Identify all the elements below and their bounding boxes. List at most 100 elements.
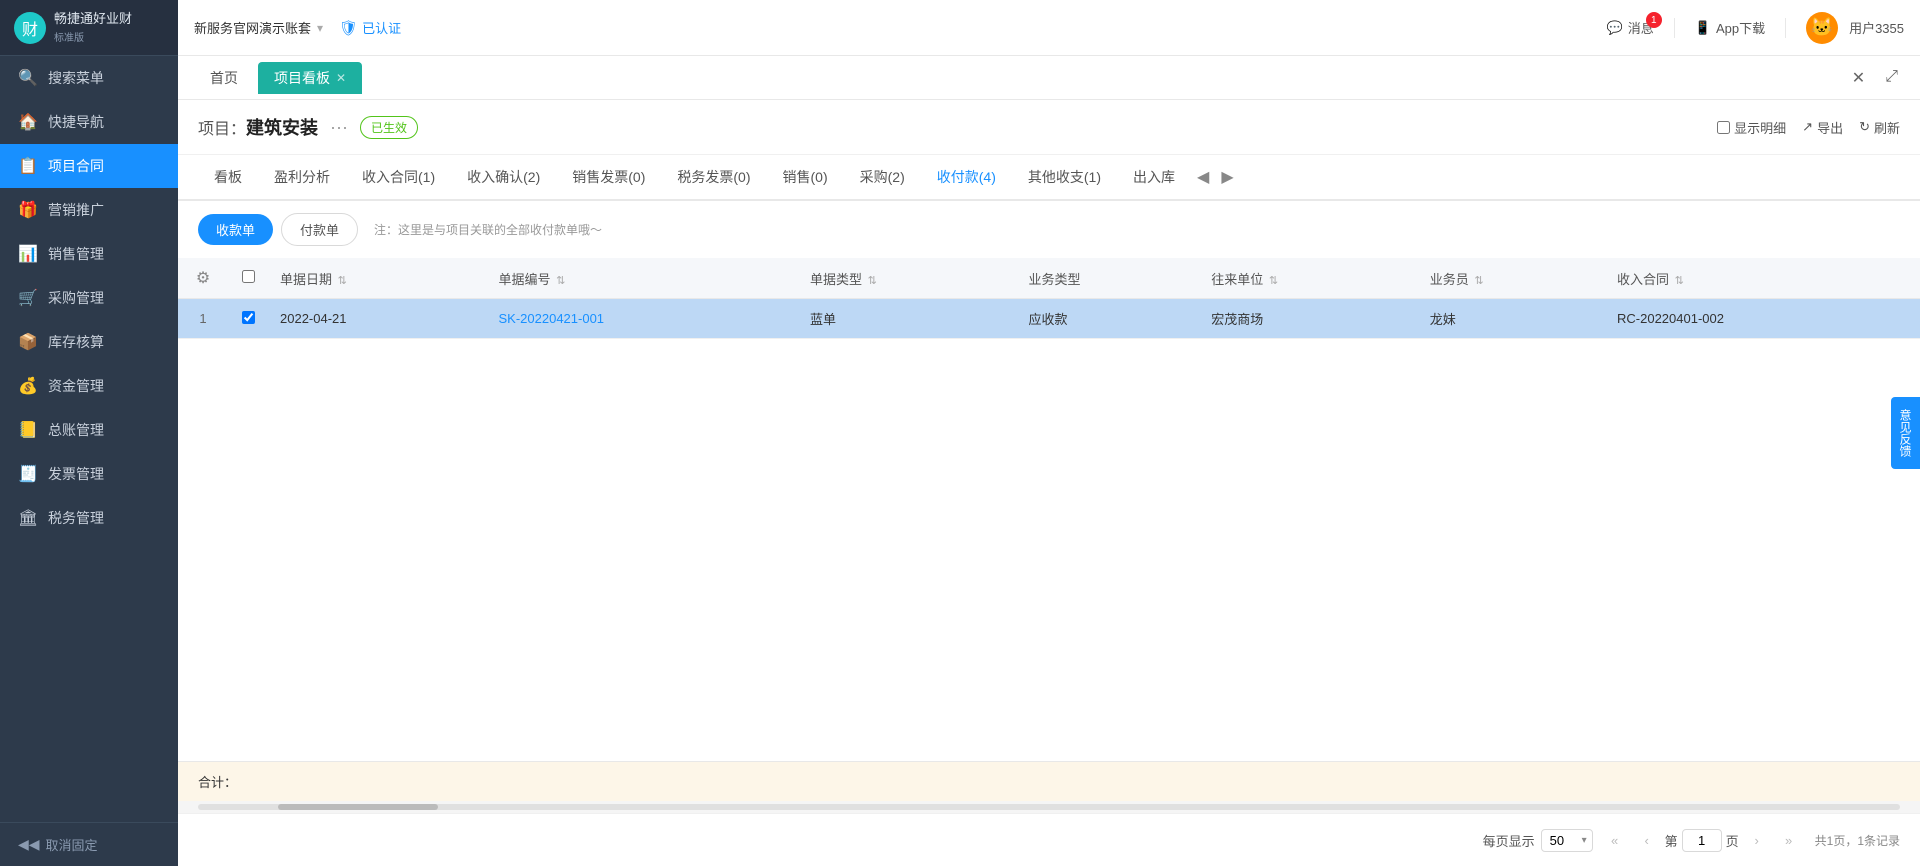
close-window-btn[interactable]: ✕ xyxy=(1846,66,1871,90)
next-page-btn[interactable]: › xyxy=(1743,826,1771,854)
col-number[interactable]: 单据编号 ⇅ xyxy=(487,258,798,299)
sidebar-item-tax[interactable]: 🏛 税务管理 xyxy=(0,496,178,540)
sidebar-label-search: 搜索菜单 xyxy=(48,68,104,88)
sort-salesperson-icon: ⇅ xyxy=(1474,275,1483,287)
row-checkbox-cell[interactable] xyxy=(228,299,268,339)
summary-row: 合计： xyxy=(178,761,1920,801)
certified-label: 已认证 xyxy=(362,18,401,37)
cell-salesperson: 龙妹 xyxy=(1418,299,1605,339)
inner-tab-payment[interactable]: 付款单 xyxy=(281,213,358,246)
sidebar-label-finance: 资金管理 xyxy=(48,376,104,396)
refresh-label: 刷新 xyxy=(1874,118,1900,137)
sidebar-item-search[interactable]: 🔍 搜索菜单 xyxy=(0,56,178,100)
refresh-btn[interactable]: ↻ 刷新 xyxy=(1859,118,1900,137)
project-status: 已生效 xyxy=(360,116,418,139)
sub-tab-sales[interactable]: 销售(0) xyxy=(767,155,844,201)
col-gear[interactable]: ⚙ xyxy=(178,258,228,299)
page-size-select[interactable]: 20 50 100 xyxy=(1541,829,1593,852)
col-partner[interactable]: 往来单位 ⇅ xyxy=(1199,258,1418,299)
sub-tab-warehouse[interactable]: 出入库 xyxy=(1117,155,1191,201)
sub-tab-income-contract[interactable]: 收入合同(1) xyxy=(346,155,451,201)
sidebar-label-inventory: 库存核算 xyxy=(48,332,104,352)
feedback-btn[interactable]: 意见反馈 xyxy=(1891,397,1920,469)
sub-tab-purchase[interactable]: 采购(2) xyxy=(844,155,921,201)
sidebar-item-inventory[interactable]: 📦 库存核算 xyxy=(0,320,178,364)
sub-tab-profit[interactable]: 盈利分析 xyxy=(258,155,346,201)
sub-tab-income-confirm[interactable]: 收入确认(2) xyxy=(451,155,556,201)
prev-page-btn[interactable]: ‹ xyxy=(1633,826,1661,854)
sub-tab-other-expense[interactable]: 其他收支(1) xyxy=(1012,155,1117,201)
hscroll-track xyxy=(198,804,1900,810)
content-area: 项目：建筑安装 ··· 已生效 显示明细 ↗ 导出 ↻ 刷新 xyxy=(178,100,1920,866)
sort-date-icon: ⇅ xyxy=(338,275,347,287)
topbar-account[interactable]: 新服务官网演示账套 ▾ xyxy=(194,18,323,37)
col-partner-label: 往来单位 xyxy=(1211,272,1263,287)
sidebar-label-quick-nav: 快捷导航 xyxy=(48,112,104,132)
select-all-checkbox[interactable] xyxy=(242,270,255,283)
export-btn[interactable]: ↗ 导出 xyxy=(1802,118,1843,137)
gear-icon: ⚙ xyxy=(196,270,210,287)
inner-tab-collection[interactable]: 收款单 xyxy=(198,214,273,245)
summary-label: 合计： xyxy=(198,775,237,790)
sidebar-unpin[interactable]: ◀◀ 取消固定 xyxy=(0,822,178,866)
sidebar-item-project-contract[interactable]: 📋 项目合同 xyxy=(0,144,178,188)
message-btn[interactable]: 💬 消息 1 xyxy=(1607,18,1654,37)
sidebar-item-invoice[interactable]: 🧾 发票管理 xyxy=(0,452,178,496)
app-download-btn[interactable]: 📱 App下载 xyxy=(1695,18,1765,37)
user-btn[interactable]: 🐱 用户3355 xyxy=(1806,12,1904,44)
tab-project-board[interactable]: 项目看板 ✕ xyxy=(258,62,362,94)
table-container: ⚙ 单据日期 ⇅ 单据编号 ⇅ xyxy=(178,258,1920,761)
page-size-control: 每页显示 20 50 100 xyxy=(1483,829,1593,852)
table-row[interactable]: 1 2022-04-21 SK-20220421-001 蓝单 应收款 宏茂商场… xyxy=(178,299,1920,339)
inventory-icon: 📦 xyxy=(18,332,38,352)
sidebar-unpin-label: 取消固定 xyxy=(46,835,98,854)
hscroll-thumb[interactable] xyxy=(278,804,438,810)
page-nav: « ‹ 第 页 › » 共1页，1条记录 xyxy=(1601,826,1900,854)
user-avatar: 🐱 xyxy=(1806,12,1838,44)
col-select-all[interactable] xyxy=(228,258,268,299)
sub-tab-tax-invoice[interactable]: 税务发票(0) xyxy=(661,155,766,201)
show-detail-input[interactable] xyxy=(1717,121,1730,134)
sub-tab-prev-arrow[interactable]: ◀ xyxy=(1191,159,1215,195)
tab-home[interactable]: 首页 xyxy=(194,62,254,94)
project-more-btn[interactable]: ··· xyxy=(330,117,348,138)
sidebar: 财 畅捷通好业财 标准版 🔍 搜索菜单 🏠 快捷导航 📋 项目合同 🎁 营销推广… xyxy=(0,0,178,866)
first-page-btn[interactable]: « xyxy=(1601,826,1629,854)
col-income-contract[interactable]: 收入合同 ⇅ xyxy=(1605,258,1920,299)
topbar-divider xyxy=(1674,18,1675,38)
project-name: 建筑安装 xyxy=(246,118,318,138)
horizontal-scrollbar[interactable] xyxy=(178,801,1920,813)
doc-number-link[interactable]: SK-20220421-001 xyxy=(499,311,605,326)
sidebar-item-quick-nav[interactable]: 🏠 快捷导航 xyxy=(0,100,178,144)
project-header: 项目：建筑安装 ··· 已生效 显示明细 ↗ 导出 ↻ 刷新 xyxy=(178,100,1920,155)
sub-tab-sales-invoice[interactable]: 销售发票(0) xyxy=(556,155,661,201)
col-salesperson[interactable]: 业务员 ⇅ xyxy=(1418,258,1605,299)
sidebar-label-invoice: 发票管理 xyxy=(48,464,104,484)
expand-window-btn[interactable]: ⤢ xyxy=(1879,66,1904,90)
col-salesperson-label: 业务员 xyxy=(1430,272,1469,287)
page-size-label: 每页显示 xyxy=(1483,831,1535,850)
current-page-input[interactable] xyxy=(1682,829,1722,852)
row-checkbox[interactable] xyxy=(242,311,255,324)
sidebar-item-purchase-mgmt[interactable]: 🛒 采购管理 xyxy=(0,276,178,320)
tab-close-icon[interactable]: ✕ xyxy=(336,71,346,85)
sidebar-item-finance[interactable]: 💰 资金管理 xyxy=(0,364,178,408)
cell-number[interactable]: SK-20220421-001 xyxy=(487,299,798,339)
col-income-contract-label: 收入合同 xyxy=(1617,272,1669,287)
sort-income-contract-icon: ⇅ xyxy=(1675,275,1684,287)
sidebar-item-marketing[interactable]: 🎁 营销推广 xyxy=(0,188,178,232)
sub-tab-collection[interactable]: 收付款(4) xyxy=(921,155,1012,201)
sidebar-item-ledger[interactable]: 📒 总账管理 xyxy=(0,408,178,452)
sidebar-label-ledger: 总账管理 xyxy=(48,420,104,440)
col-date[interactable]: 单据日期 ⇅ xyxy=(268,258,487,299)
data-table: ⚙ 单据日期 ⇅ 单据编号 ⇅ xyxy=(178,258,1920,339)
unpin-icon: ◀◀ xyxy=(18,836,40,853)
show-detail-checkbox[interactable]: 显示明细 xyxy=(1717,118,1786,137)
account-name: 新服务官网演示账套 xyxy=(194,18,311,37)
last-page-btn[interactable]: » xyxy=(1775,826,1803,854)
topbar: 新服务官网演示账套 ▾ 🛡 已认证 💬 消息 1 📱 App下载 🐱 用 xyxy=(178,0,1920,56)
col-type[interactable]: 单据类型 ⇅ xyxy=(798,258,1017,299)
sub-tab-kanban[interactable]: 看板 xyxy=(198,155,258,201)
sub-tab-next-arrow[interactable]: ▶ xyxy=(1215,159,1239,195)
sidebar-item-sales-mgmt[interactable]: 📊 销售管理 xyxy=(0,232,178,276)
